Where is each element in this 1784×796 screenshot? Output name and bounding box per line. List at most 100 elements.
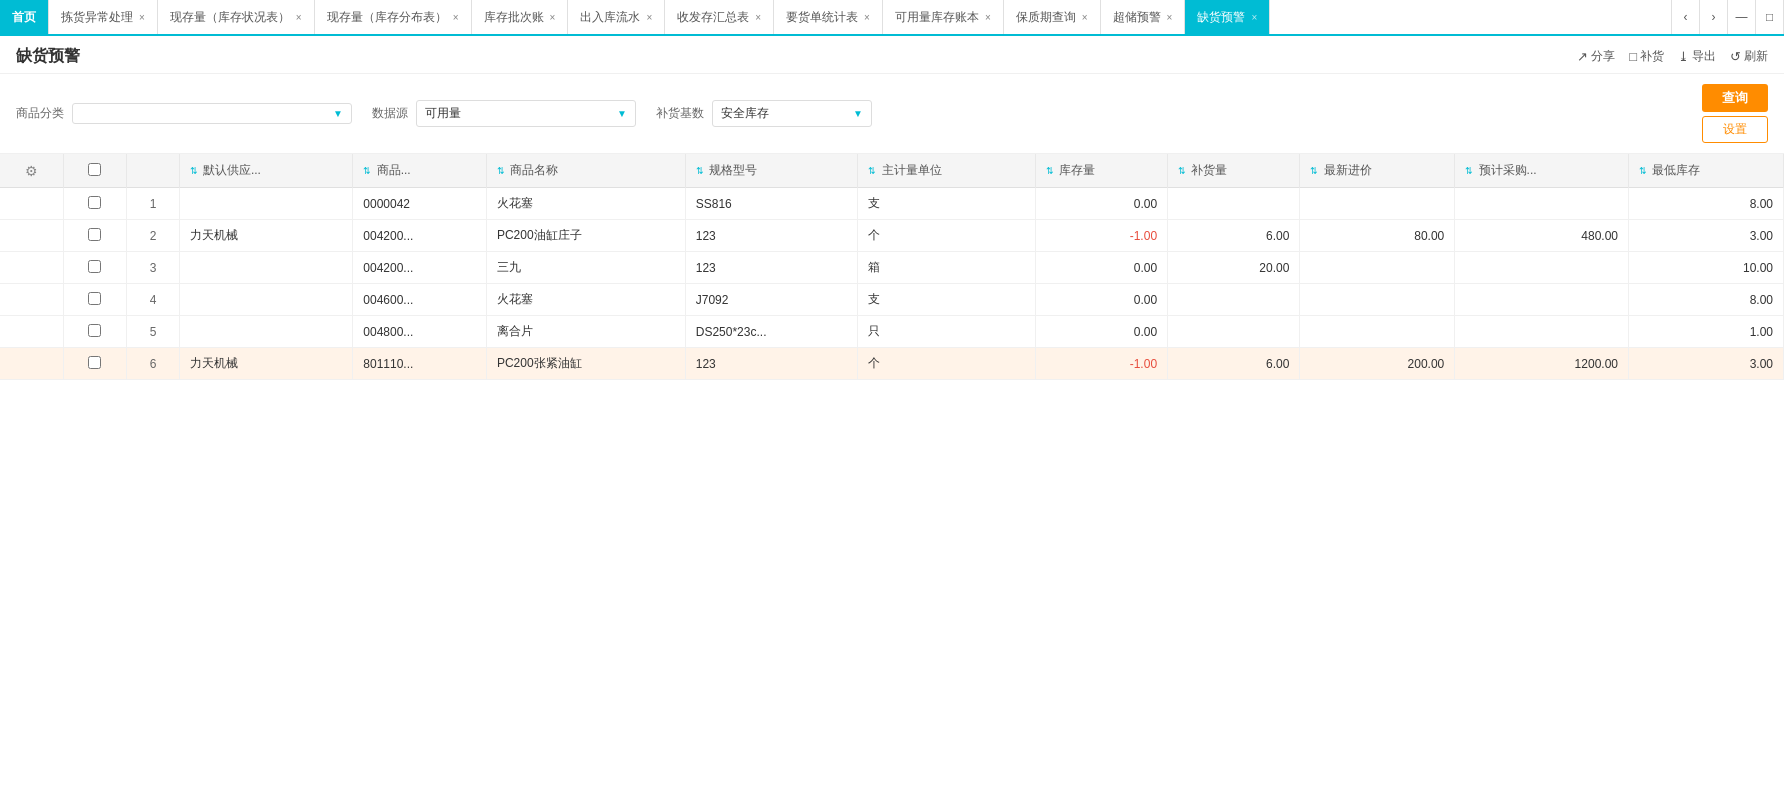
row-latest-price [1300, 252, 1455, 284]
sort-icon: ⇅ [1465, 166, 1473, 176]
tab-exception[interactable]: 拣货异常处理 × [49, 0, 158, 34]
row-product-name: PC200张紧油缸 [486, 348, 685, 380]
row-min-stock: 8.00 [1629, 188, 1784, 220]
tab-avail-ledger[interactable]: 可用量库存账本 × [883, 0, 1004, 34]
replenish-base-select[interactable]: 安全库存 ▼ [712, 100, 872, 127]
row-unit: 个 [858, 220, 1035, 252]
tab-inventory-status[interactable]: 现存量（库存状况表） × [158, 0, 315, 34]
th-min-stock[interactable]: ⇅ 最低库存 [1629, 154, 1784, 188]
tab-next-button[interactable]: › [1700, 0, 1728, 34]
close-icon[interactable]: × [1251, 12, 1257, 23]
datasource-select[interactable]: 可用量 ▼ [416, 100, 636, 127]
tab-home[interactable]: 首页 [0, 0, 49, 34]
close-icon[interactable]: × [296, 12, 302, 23]
row-checkbox-cell[interactable] [63, 348, 127, 380]
th-replenish-qty-label: 补货量 [1191, 163, 1227, 177]
tab-expiry[interactable]: 保质期查询 × [1004, 0, 1101, 34]
close-icon[interactable]: × [453, 12, 459, 23]
row-checkbox[interactable] [88, 356, 101, 369]
filter-row: 商品分类 ▼ 数据源 可用量 ▼ 补货基数 安全库存 ▼ 查询 设置 [0, 74, 1784, 154]
query-button[interactable]: 查询 [1702, 84, 1768, 112]
th-product-name[interactable]: ⇅ 商品名称 [486, 154, 685, 188]
table-row: 4 004600... 火花塞 J7092 支 0.00 8.00 [0, 284, 1784, 316]
row-checkbox-cell[interactable] [63, 188, 127, 220]
row-checkbox-cell[interactable] [63, 316, 127, 348]
replenish-base-select-value: 安全库存 [721, 105, 847, 122]
category-label: 商品分类 [16, 105, 64, 122]
th-unit[interactable]: ⇅ 主计量单位 [858, 154, 1035, 188]
replenish-button[interactable]: □ 补货 [1629, 48, 1664, 65]
header-actions: ↗ 分享 □ 补货 ⤓ 导出 ↺ 刷新 [1577, 48, 1768, 65]
tab-recv-summary[interactable]: 收发存汇总表 × [665, 0, 774, 34]
sort-icon: ⇅ [1639, 166, 1647, 176]
th-spec[interactable]: ⇅ 规格型号 [685, 154, 858, 188]
close-icon[interactable]: × [550, 12, 556, 23]
refresh-label: 刷新 [1744, 48, 1768, 65]
row-estimated-purchase: 1200.00 [1455, 348, 1629, 380]
th-latest-price[interactable]: ⇅ 最新进价 [1300, 154, 1455, 188]
row-replenish-qty: 6.00 [1168, 220, 1300, 252]
sort-icon: ⇅ [1046, 166, 1054, 176]
share-button[interactable]: ↗ 分享 [1577, 48, 1615, 65]
th-stock[interactable]: ⇅ 库存量 [1035, 154, 1167, 188]
gear-icon[interactable]: ⚙ [25, 163, 38, 179]
row-checkbox[interactable] [88, 196, 101, 209]
tab-overstock[interactable]: 超储预警 × [1101, 0, 1186, 34]
row-min-stock: 10.00 [1629, 252, 1784, 284]
tab-batch[interactable]: 库存批次账 × [472, 0, 569, 34]
close-icon[interactable]: × [864, 12, 870, 23]
row-latest-price [1300, 316, 1455, 348]
row-gear-cell [0, 252, 63, 284]
th-unit-label: 主计量单位 [882, 163, 942, 177]
th-row-num [127, 154, 179, 188]
row-latest-price: 200.00 [1300, 348, 1455, 380]
category-select[interactable]: ▼ [72, 103, 352, 124]
row-gear-cell [0, 316, 63, 348]
table-row: 3 004200... 三九 123 箱 0.00 20.00 10.00 [0, 252, 1784, 284]
close-icon[interactable]: × [755, 12, 761, 23]
row-checkbox[interactable] [88, 260, 101, 273]
th-product-code[interactable]: ⇅ 商品... [353, 154, 487, 188]
row-latest-price: 80.00 [1300, 220, 1455, 252]
settings-button[interactable]: 设置 [1702, 116, 1768, 143]
row-replenish-qty: 20.00 [1168, 252, 1300, 284]
row-supplier: 力天机械 [179, 348, 353, 380]
row-product-name: PC200油缸庄子 [486, 220, 685, 252]
row-checkbox-cell[interactable] [63, 284, 127, 316]
row-checkbox[interactable] [88, 292, 101, 305]
row-stock: -1.00 [1035, 220, 1167, 252]
th-spec-label: 规格型号 [709, 163, 757, 177]
close-icon[interactable]: × [139, 12, 145, 23]
close-icon[interactable]: × [646, 12, 652, 23]
th-gear[interactable]: ⚙ [0, 154, 63, 188]
row-checkbox[interactable] [88, 228, 101, 241]
row-replenish-qty: 6.00 [1168, 348, 1300, 380]
tab-maximize-button[interactable]: □ [1756, 0, 1784, 34]
th-supplier[interactable]: ⇅ 默认供应... [179, 154, 353, 188]
tab-inventory-dist-label: 现存量（库存分布表） [327, 9, 447, 26]
row-latest-price [1300, 284, 1455, 316]
tab-nav-buttons: ‹ › — □ [1671, 0, 1784, 34]
row-spec: 123 [685, 348, 858, 380]
tab-prev-button[interactable]: ‹ [1672, 0, 1700, 34]
close-icon[interactable]: × [1082, 12, 1088, 23]
tab-shortage[interactable]: 缺货预警 × [1185, 0, 1270, 34]
row-number: 6 [127, 348, 179, 380]
row-checkbox-cell[interactable] [63, 252, 127, 284]
select-all-checkbox[interactable] [88, 163, 101, 176]
sort-icon: ⇅ [363, 166, 371, 176]
th-replenish-qty[interactable]: ⇅ 补货量 [1168, 154, 1300, 188]
export-button[interactable]: ⤓ 导出 [1678, 48, 1716, 65]
replenish-base-filter-group: 补货基数 安全库存 ▼ [656, 100, 872, 127]
tab-inout-flow[interactable]: 出入库流水 × [568, 0, 665, 34]
row-checkbox-cell[interactable] [63, 220, 127, 252]
tab-minimize-button[interactable]: — [1728, 0, 1756, 34]
close-icon[interactable]: × [985, 12, 991, 23]
refresh-button[interactable]: ↺ 刷新 [1730, 48, 1768, 65]
close-icon[interactable]: × [1167, 12, 1173, 23]
tab-inventory-dist[interactable]: 现存量（库存分布表） × [315, 0, 472, 34]
th-estimated-purchase-label: 预计采购... [1479, 163, 1537, 177]
th-estimated-purchase[interactable]: ⇅ 预计采购... [1455, 154, 1629, 188]
row-checkbox[interactable] [88, 324, 101, 337]
tab-demand-stat[interactable]: 要货单统计表 × [774, 0, 883, 34]
